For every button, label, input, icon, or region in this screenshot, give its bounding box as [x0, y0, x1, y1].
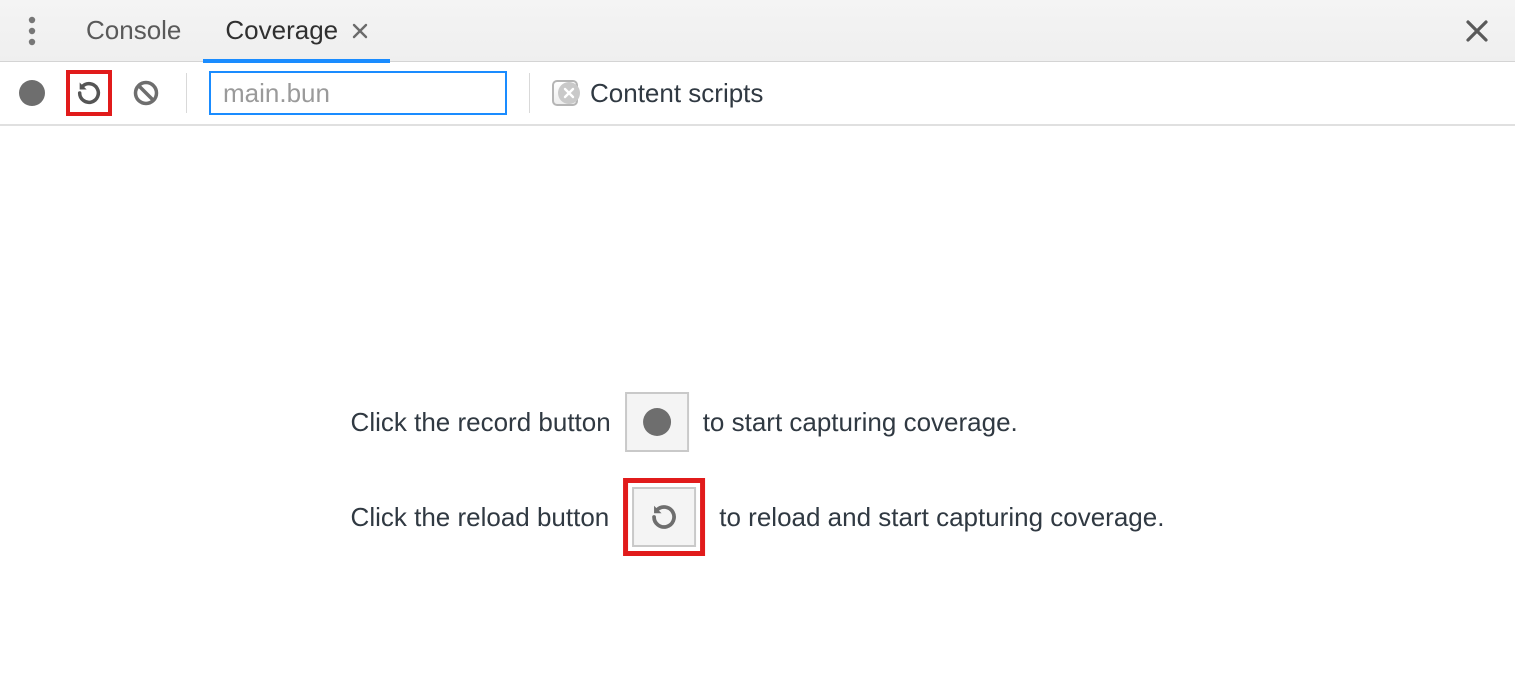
url-filter-clear[interactable]: [558, 80, 580, 106]
empty-record-row: Click the record button to start capturi…: [351, 392, 1165, 452]
drawer-tabbar: Console Coverage: [0, 0, 1515, 62]
empty-record-prefix: Click the record button: [351, 407, 611, 438]
url-filter-input[interactable]: [223, 78, 558, 109]
tab-console-label: Console: [86, 15, 181, 46]
more-tabs-button[interactable]: [0, 16, 64, 46]
toolbar-divider: [186, 73, 187, 113]
reload-icon: [649, 502, 679, 532]
close-icon: [1464, 18, 1490, 44]
tab-coverage[interactable]: Coverage: [203, 0, 390, 62]
coverage-main: Click the record button to start capturi…: [0, 126, 1515, 687]
kebab-icon: [28, 16, 36, 46]
tab-coverage-label: Coverage: [225, 15, 338, 46]
reload-button[interactable]: [72, 76, 106, 110]
annotation-highlight: [66, 70, 112, 116]
content-scripts-label: Content scripts: [590, 78, 763, 109]
tab-coverage-close[interactable]: [352, 23, 368, 39]
clear-icon: [558, 82, 580, 104]
clear-button[interactable]: [128, 75, 164, 111]
ban-icon: [132, 79, 160, 107]
content-scripts-toggle[interactable]: Content scripts: [552, 78, 763, 109]
empty-record-suffix: to start capturing coverage.: [703, 407, 1018, 438]
inline-record-button[interactable]: [625, 392, 689, 452]
coverage-toolbar: Content scripts: [0, 62, 1515, 126]
annotation-highlight: [623, 478, 705, 556]
record-icon: [643, 408, 671, 436]
url-filter[interactable]: [209, 71, 507, 115]
close-icon: [352, 23, 368, 39]
empty-reload-suffix: to reload and start capturing coverage.: [719, 502, 1164, 533]
tab-console[interactable]: Console: [64, 0, 203, 62]
empty-reload-row: Click the reload button to reload and st…: [351, 478, 1165, 556]
record-button[interactable]: [14, 75, 50, 111]
empty-reload-prefix: Click the reload button: [351, 502, 610, 533]
record-icon: [19, 80, 45, 106]
reload-icon: [75, 79, 103, 107]
drawer-close-button[interactable]: [1453, 0, 1501, 62]
inline-reload-button[interactable]: [632, 487, 696, 547]
coverage-empty-state: Click the record button to start capturi…: [351, 366, 1165, 582]
